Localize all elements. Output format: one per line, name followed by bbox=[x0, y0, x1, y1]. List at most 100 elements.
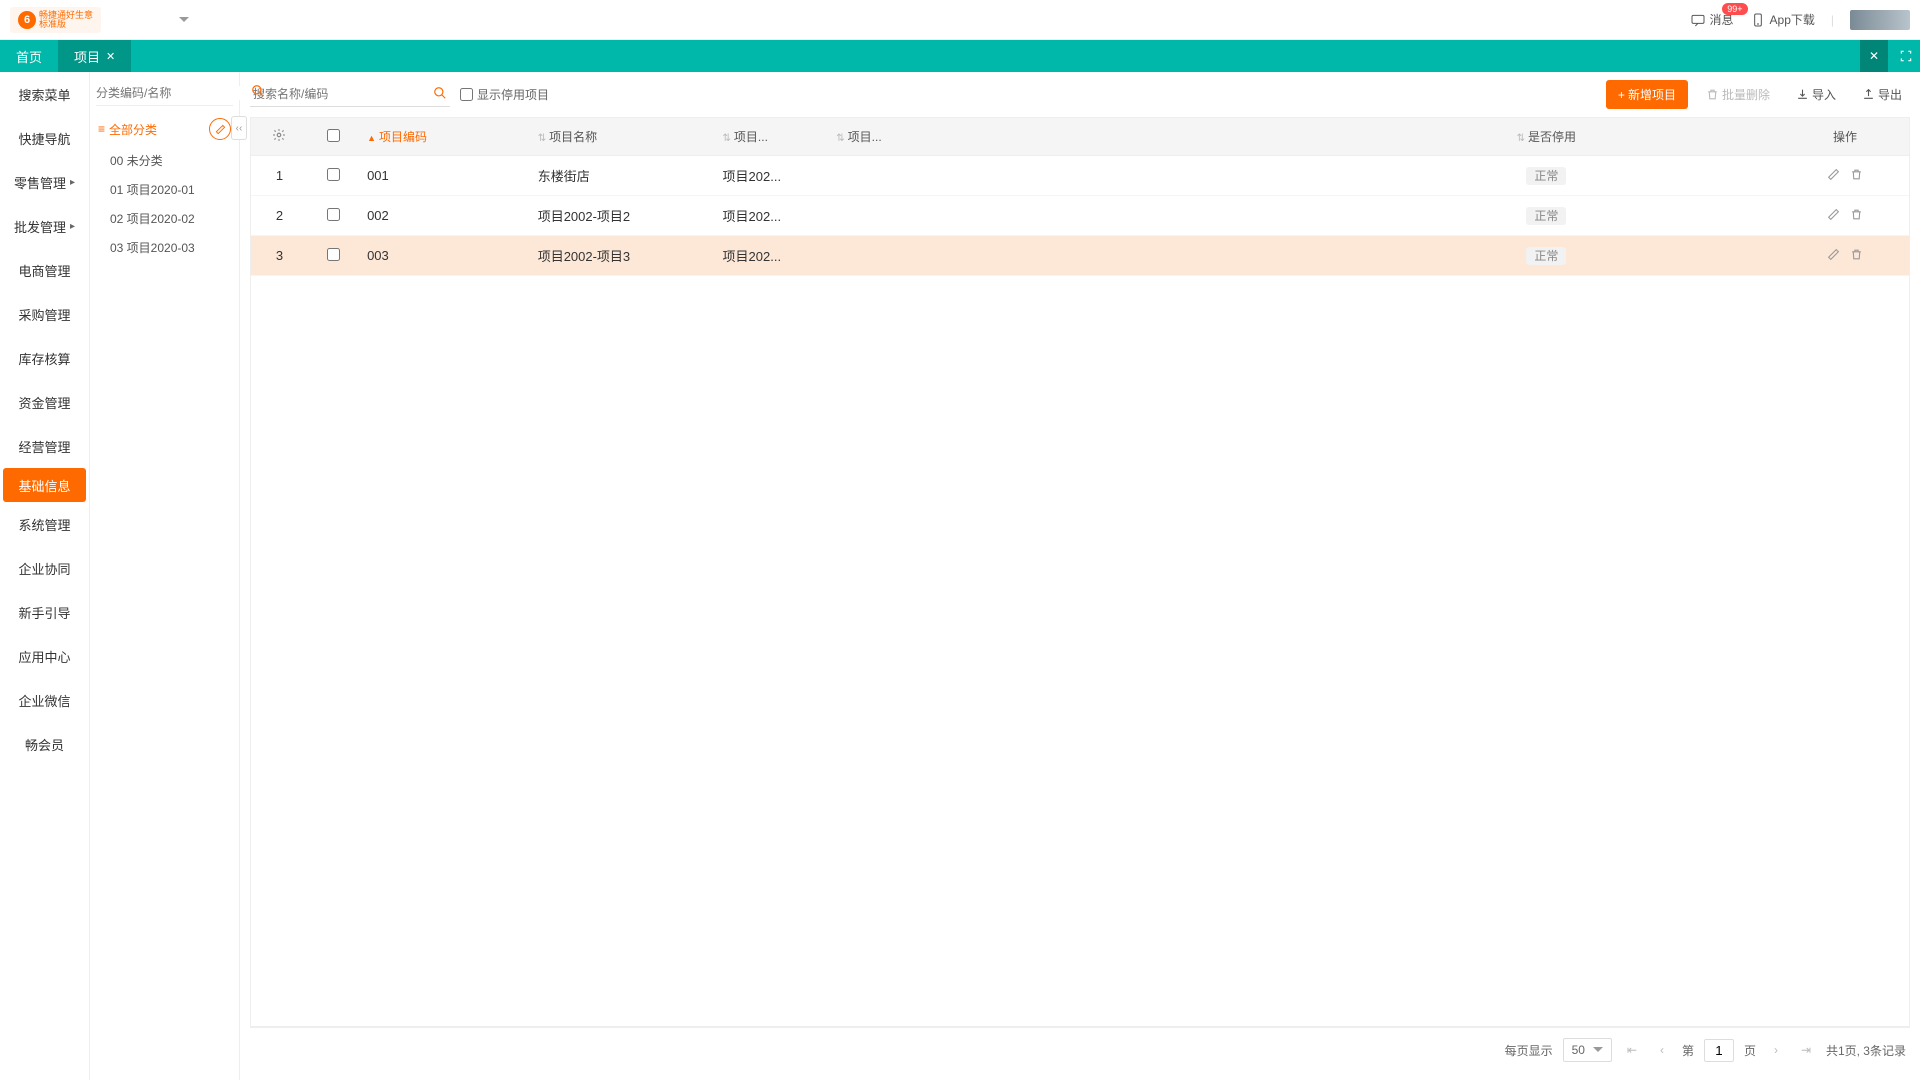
sidebar-wechat[interactable]: 企业微信 bbox=[0, 678, 89, 722]
per-page-select[interactable]: 50 bbox=[1563, 1038, 1612, 1062]
row-code: 002 bbox=[359, 196, 530, 236]
app-download-button[interactable]: App下载 bbox=[1750, 11, 1815, 28]
delete-row-button[interactable] bbox=[1850, 168, 1863, 184]
search-icon[interactable] bbox=[433, 86, 447, 103]
category-item[interactable]: 02 项目2020-02 bbox=[106, 204, 233, 233]
edit-icon bbox=[1827, 168, 1840, 181]
gear-icon bbox=[272, 128, 286, 142]
category-search-input[interactable] bbox=[96, 86, 251, 100]
column-name[interactable]: 项目名称 bbox=[530, 118, 715, 156]
import-button[interactable]: 导入 bbox=[1788, 80, 1844, 109]
select-all-checkbox[interactable] bbox=[327, 129, 340, 142]
prev-page-button[interactable]: ‹ bbox=[1652, 1043, 1672, 1057]
delete-row-button[interactable] bbox=[1850, 248, 1863, 264]
row-category2 bbox=[828, 196, 1311, 236]
category-item[interactable]: 03 项目2020-03 bbox=[106, 233, 233, 262]
status-badge: 正常 bbox=[1526, 247, 1566, 265]
column-disabled[interactable]: 是否停用 bbox=[1312, 118, 1781, 156]
phone-icon bbox=[1750, 12, 1766, 28]
row-checkbox[interactable] bbox=[327, 168, 340, 181]
sidebar-search-menu[interactable]: 搜索菜单 bbox=[0, 72, 89, 116]
sidebar-app-center[interactable]: 应用中心 bbox=[0, 634, 89, 678]
sidebar-member[interactable]: 畅会员 bbox=[0, 722, 89, 766]
first-page-button[interactable]: ⇤ bbox=[1622, 1043, 1642, 1057]
status-badge: 正常 bbox=[1526, 167, 1566, 185]
content-search bbox=[250, 83, 450, 107]
column-category2[interactable]: 项目... bbox=[828, 118, 1311, 156]
row-checkbox[interactable] bbox=[327, 208, 340, 221]
tab-bar-actions: ✕ bbox=[1860, 40, 1920, 72]
table-header-row: 项目编码 项目名称 项目... 项目... 是否停用 操作 bbox=[251, 118, 1909, 156]
plus-icon: + bbox=[1618, 88, 1625, 102]
row-code: 003 bbox=[359, 236, 530, 276]
next-page-button[interactable]: › bbox=[1766, 1043, 1786, 1057]
logo[interactable]: 6 畅捷通好生意 标准版 bbox=[10, 7, 101, 33]
tab-close-icon[interactable]: ✕ bbox=[106, 50, 115, 63]
column-settings[interactable] bbox=[251, 118, 308, 156]
category-search bbox=[96, 80, 233, 106]
edit-row-button[interactable] bbox=[1827, 248, 1840, 264]
add-project-button[interactable]: + 新增项目 bbox=[1606, 80, 1688, 109]
pagination: 每页显示 50 ⇤ ‹ 第 页 › ⇥ 共1页, 3条记录 bbox=[250, 1027, 1910, 1072]
category-all[interactable]: ≡ 全部分类 bbox=[98, 121, 157, 138]
fullscreen-icon bbox=[1899, 49, 1913, 63]
tab-project[interactable]: 项目 ✕ bbox=[58, 40, 131, 72]
status-badge: 正常 bbox=[1526, 207, 1566, 225]
sidebar-operation[interactable]: 经营管理 bbox=[0, 424, 89, 468]
edit-row-button[interactable] bbox=[1827, 168, 1840, 184]
table-row[interactable]: 2 002 项目2002-项目2 项目202... 正常 bbox=[251, 196, 1909, 236]
user-avatar[interactable] bbox=[1850, 10, 1910, 30]
table-row[interactable]: 3 003 项目2002-项目3 项目202... 正常 bbox=[251, 236, 1909, 276]
sidebar-purchase[interactable]: 采购管理 bbox=[0, 292, 89, 336]
row-name: 东楼街店 bbox=[530, 156, 715, 196]
batch-delete-button[interactable]: 批量删除 bbox=[1698, 80, 1778, 109]
logo-icon: 6 bbox=[18, 11, 36, 29]
row-code: 001 bbox=[359, 156, 530, 196]
row-category: 项目202... bbox=[715, 156, 829, 196]
sidebar-ecommerce[interactable]: 电商管理 bbox=[0, 248, 89, 292]
edit-row-button[interactable] bbox=[1827, 208, 1840, 224]
sidebar-enterprise[interactable]: 企业协同 bbox=[0, 546, 89, 590]
show-disabled-checkbox[interactable]: 显示停用项目 bbox=[460, 86, 549, 103]
sidebar-system[interactable]: 系统管理 bbox=[0, 502, 89, 546]
row-category: 项目202... bbox=[715, 196, 829, 236]
content-search-input[interactable] bbox=[253, 87, 433, 101]
sidebar-funds[interactable]: 资金管理 bbox=[0, 380, 89, 424]
fullscreen-button[interactable] bbox=[1892, 40, 1920, 72]
sidebar-inventory[interactable]: 库存核算 bbox=[0, 336, 89, 380]
row-index: 1 bbox=[251, 156, 308, 196]
edit-icon bbox=[1827, 208, 1840, 221]
table-row[interactable]: 1 001 东楼街店 项目202... 正常 bbox=[251, 156, 1909, 196]
row-checkbox[interactable] bbox=[327, 248, 340, 261]
company-selector[interactable] bbox=[111, 11, 197, 29]
sidebar-guide[interactable]: 新手引导 bbox=[0, 590, 89, 634]
delete-row-button[interactable] bbox=[1850, 208, 1863, 224]
sidebar-retail[interactable]: 零售管理▸ bbox=[0, 160, 89, 204]
category-item[interactable]: 00 未分类 bbox=[106, 146, 233, 175]
trash-icon bbox=[1850, 168, 1863, 181]
sidebar-wholesale[interactable]: 批发管理▸ bbox=[0, 204, 89, 248]
top-left: 6 畅捷通好生意 标准版 bbox=[10, 7, 197, 33]
collapse-button[interactable]: ‹‹ bbox=[231, 116, 247, 140]
close-all-tabs-button[interactable]: ✕ bbox=[1860, 40, 1888, 72]
category-item[interactable]: 01 项目2020-01 bbox=[106, 175, 233, 204]
row-status: 正常 bbox=[1312, 236, 1781, 276]
edit-icon bbox=[215, 124, 226, 135]
page-input[interactable] bbox=[1704, 1039, 1734, 1062]
row-status: 正常 bbox=[1312, 196, 1781, 236]
tab-bar: 首页 项目 ✕ ✕ bbox=[0, 40, 1920, 72]
tab-home[interactable]: 首页 bbox=[0, 40, 58, 72]
search-icon[interactable] bbox=[251, 84, 265, 101]
export-button[interactable]: 导出 bbox=[1854, 80, 1910, 109]
column-checkbox bbox=[308, 118, 359, 156]
category-panel: ≡ 全部分类 00 未分类 01 项目2020-01 02 项目2020-02 … bbox=[90, 72, 240, 1080]
messages-button[interactable]: 消息 99+ bbox=[1690, 11, 1734, 28]
column-category[interactable]: 项目... bbox=[715, 118, 829, 156]
column-code[interactable]: 项目编码 bbox=[359, 118, 530, 156]
last-page-button[interactable]: ⇥ bbox=[1796, 1043, 1816, 1057]
sidebar-basic-info[interactable]: 基础信息 bbox=[3, 468, 86, 502]
main-layout: 搜索菜单 快捷导航 零售管理▸ 批发管理▸ 电商管理 采购管理 库存核算 资金管… bbox=[0, 72, 1920, 1080]
sidebar-quick-nav[interactable]: 快捷导航 bbox=[0, 116, 89, 160]
category-edit-button[interactable] bbox=[209, 118, 231, 140]
row-status: 正常 bbox=[1312, 156, 1781, 196]
